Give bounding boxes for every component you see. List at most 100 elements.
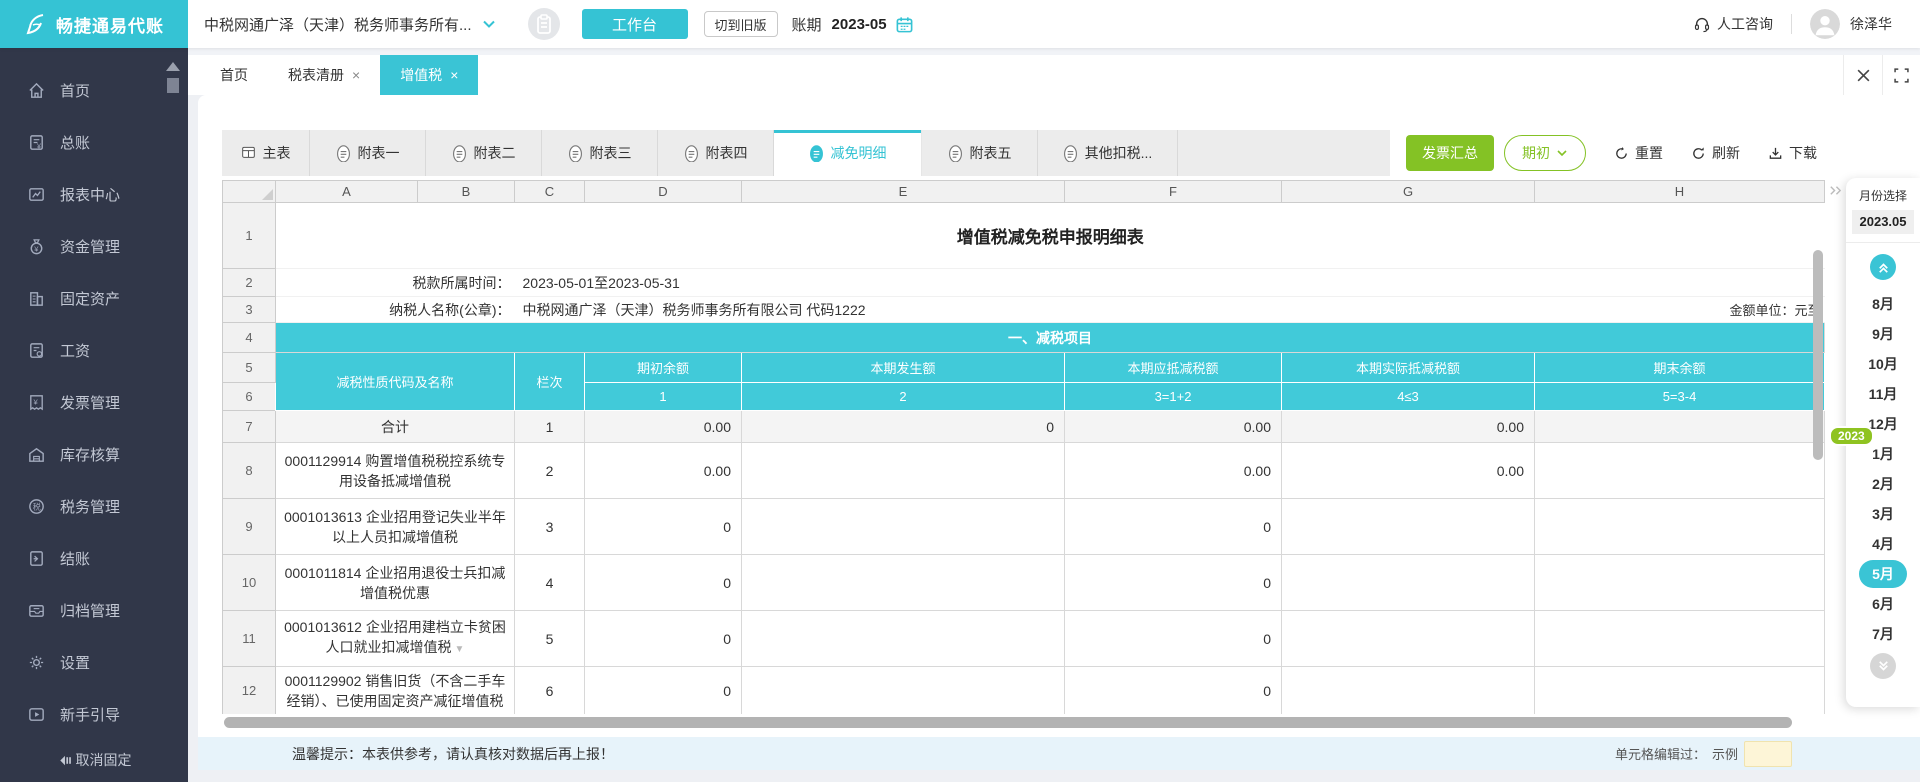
fullscreen-button[interactable] — [1882, 55, 1920, 95]
sheet-tab-其他扣税...[interactable]: 其他扣税... — [1038, 130, 1178, 176]
column-header-D[interactable]: D — [584, 180, 742, 203]
download-button[interactable]: 下载 — [1768, 143, 1817, 163]
value-cell-col4[interactable] — [1281, 610, 1535, 667]
horizontal-scrollbar[interactable] — [224, 717, 1792, 728]
value-cell-col5[interactable] — [1534, 666, 1825, 714]
month-item-6月[interactable]: 6月 — [1846, 589, 1920, 619]
sheet-tab-附表四[interactable]: 附表四 — [658, 130, 774, 176]
sidebar-item-发票管理[interactable]: ¥ 发票管理 — [0, 376, 188, 428]
value-cell-col2[interactable] — [741, 554, 1065, 611]
sheet-row-3[interactable]: 3 纳税人名称(公章)： 中税网通广泽（天津）税务师事务所有限公司 代码1222… — [222, 296, 1825, 323]
sidebar-scrollbar-thumb[interactable] — [167, 78, 179, 93]
value-cell-col5[interactable] — [1534, 610, 1825, 667]
sheet-row-1[interactable]: 1 增值税减免税申报明细表 — [222, 202, 1825, 269]
sheet-row-4[interactable]: 4 一、减税项目 — [222, 322, 1825, 353]
sheet-row-2[interactable]: 2 税款所属时间： 2023-05-01至2023-05-31 — [222, 268, 1825, 297]
column-header-H[interactable]: H — [1534, 180, 1825, 203]
reset-button[interactable]: 重置 — [1614, 143, 1663, 163]
value-cell-col5[interactable] — [1534, 554, 1825, 611]
value-cell-col2[interactable] — [741, 610, 1065, 667]
lan-cell[interactable]: 2 — [514, 442, 585, 499]
value-cell-col4[interactable] — [1281, 498, 1535, 555]
vertical-scrollbar[interactable] — [1813, 250, 1823, 460]
value-cell-col5[interactable] — [1534, 498, 1825, 555]
sheet-row-11[interactable]: 11 0001013612 企业招用建档立卡贫困人口就业扣减增值税 ▼ 5 0 0 — [222, 610, 1825, 667]
lan-cell[interactable]: 6 — [514, 666, 585, 714]
sheet-row-12[interactable]: 12 0001129902 销售旧货（不含二手车经销）、已使用固定资产减征增值税 6… — [222, 666, 1825, 714]
sidebar-item-固定资产[interactable]: 固定资产 — [0, 272, 188, 324]
month-item-3月[interactable]: 3月 — [1846, 499, 1920, 529]
sidebar-item-资金管理[interactable]: ¥ 资金管理 — [0, 220, 188, 272]
sheet-tab-附表五[interactable]: 附表五 — [922, 130, 1038, 176]
lan-cell[interactable]: 5 — [514, 610, 585, 667]
reduction-item-name-cell[interactable]: 合计 — [275, 410, 515, 443]
sidebar-item-结账[interactable]: 结账 — [0, 532, 188, 584]
month-item-9月[interactable]: 9月 — [1846, 319, 1920, 349]
select-all-corner[interactable] — [222, 180, 276, 203]
scroll-months-up-button[interactable] — [1870, 254, 1896, 280]
reduction-item-name-cell[interactable]: 0001011814 企业招用退役士兵扣减增值税优惠 — [275, 554, 515, 611]
month-item-5月[interactable]: 5月 — [1859, 560, 1907, 588]
sidebar-item-归档管理[interactable]: 归档管理 — [0, 584, 188, 636]
sheet-row-10[interactable]: 10 0001011814 企业招用退役士兵扣减增值税优惠 4 0 0 — [222, 554, 1825, 611]
spreadsheet[interactable]: ABCDEFGH 1 增值税减免税申报明细表 2 税款所属时间： 2023-05… — [222, 180, 1826, 714]
lan-cell[interactable]: 4 — [514, 554, 585, 611]
value-cell-col5[interactable] — [1534, 410, 1825, 443]
column-header-C[interactable]: C — [514, 180, 585, 203]
period-select-dropdown[interactable]: 期初 — [1504, 135, 1586, 171]
value-cell-col2[interactable]: 0 — [741, 410, 1065, 443]
tab-close-icon[interactable]: × — [450, 67, 458, 83]
column-header-F[interactable]: F — [1064, 180, 1282, 203]
sheet-row-9[interactable]: 9 0001013613 企业招用登记失业半年以上人员扣减增值税 3 0 0 — [222, 498, 1825, 555]
value-cell-col3[interactable]: 0 — [1064, 554, 1282, 611]
column-header-A[interactable]: A — [275, 180, 418, 203]
month-item-8月[interactable]: 8月 — [1846, 289, 1920, 319]
scroll-months-down-button[interactable] — [1870, 653, 1896, 679]
value-cell-col3[interactable]: 0 — [1064, 498, 1282, 555]
value-cell-col2[interactable] — [741, 498, 1065, 555]
value-cell-col1[interactable]: 0 — [584, 498, 742, 555]
sidebar-item-工资[interactable]: 工资 — [0, 324, 188, 376]
avatar[interactable] — [1810, 9, 1840, 39]
chevron-down-icon[interactable] — [482, 17, 496, 31]
value-cell-col3[interactable]: 0 — [1064, 666, 1282, 714]
invoice-summary-button[interactable]: 发票汇总 — [1406, 135, 1494, 171]
sidebar-item-首页[interactable]: 首页 — [0, 64, 188, 116]
reduction-item-name-cell[interactable]: 0001013613 企业招用登记失业半年以上人员扣减增值税 — [275, 498, 515, 555]
value-cell-col3[interactable]: 0.00 — [1064, 410, 1282, 443]
reduction-item-name-cell[interactable]: 0001129914 购置增值税税控系统专用设备抵减增值税 — [275, 442, 515, 499]
value-cell-col4[interactable] — [1281, 554, 1535, 611]
reduction-item-name-cell[interactable]: 0001013612 企业招用建档立卡贫困人口就业扣减增值税 ▼ — [275, 610, 515, 667]
value-cell-col4[interactable]: 0.00 — [1281, 410, 1535, 443]
sheet-tab-主表[interactable]: 主表 — [222, 130, 310, 176]
reduction-item-name-cell[interactable]: 0001129902 销售旧货（不含二手车经销）、已使用固定资产减征增值税 — [275, 666, 515, 714]
period-value[interactable]: 2023-05 — [832, 16, 887, 33]
sidebar-item-新手引导[interactable]: 新手引导 — [0, 688, 188, 740]
tab-首页[interactable]: 首页 — [200, 55, 268, 95]
sheet-row-8[interactable]: 8 0001129914 购置增值税税控系统专用设备抵减增值税 2 0.00 0.00 0… — [222, 442, 1825, 499]
value-cell-col1[interactable]: 0.00 — [584, 410, 742, 443]
column-header-B[interactable]: B — [417, 180, 515, 203]
workbench-button[interactable]: 工作台 — [581, 9, 688, 39]
sheet-row-5[interactable]: 5 减税性质代码及名称 栏次 期初余额 本期发生额 本期应抵减税额 本期实际抵减… — [222, 352, 1825, 411]
sidebar-item-报表中心[interactable]: 报表中心 — [0, 168, 188, 220]
tab-增值税[interactable]: 增值税 × — [380, 55, 479, 95]
sheet-tab-减免明细[interactable]: 减免明细 — [774, 130, 922, 176]
value-cell-col2[interactable] — [741, 442, 1065, 499]
cell-dropdown-icon[interactable]: ▼ — [455, 640, 465, 660]
clipboard-icon[interactable] — [527, 8, 560, 40]
sidebar-item-库存核算[interactable]: 库存核算 — [0, 428, 188, 480]
value-cell-col3[interactable]: 0.00 — [1064, 442, 1282, 499]
lan-cell[interactable]: 3 — [514, 498, 585, 555]
value-cell-col4[interactable]: 0.00 — [1281, 442, 1535, 499]
column-header-E[interactable]: E — [741, 180, 1065, 203]
sheet-tab-附表一[interactable]: 附表一 — [310, 130, 426, 176]
sidebar-item-税务管理[interactable]: 税 税务管理 — [0, 480, 188, 532]
refresh-button[interactable]: 刷新 — [1691, 143, 1740, 163]
value-cell-col2[interactable] — [741, 666, 1065, 714]
value-cell-col1[interactable]: 0 — [584, 666, 742, 714]
sidebar-item-设置[interactable]: 设置 — [0, 636, 188, 688]
month-item-7月[interactable]: 7月 — [1846, 619, 1920, 649]
sheet-row-7[interactable]: 7 合计 1 0.00 0 0.00 0.00 — [222, 410, 1825, 443]
unpin-sidebar-button[interactable]: 取消固定 — [0, 746, 188, 774]
